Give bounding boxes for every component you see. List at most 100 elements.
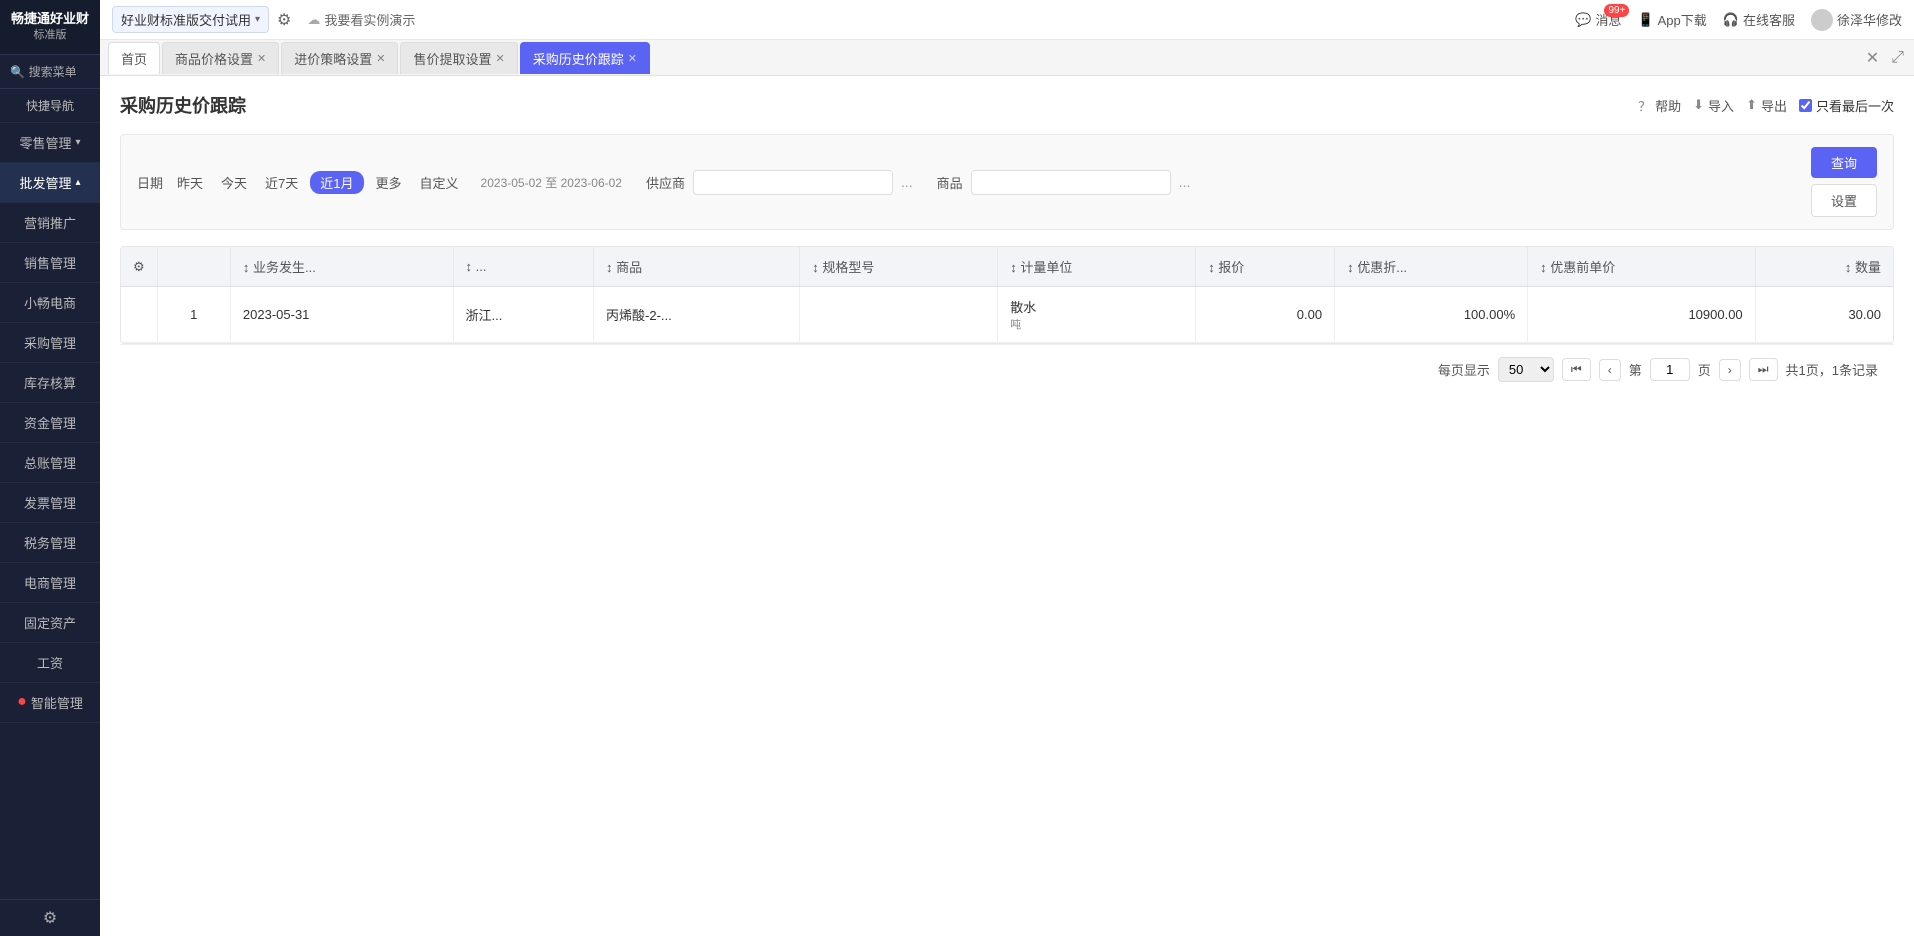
import-button[interactable]: ⬇ 导入 — [1693, 96, 1734, 115]
sidebar-item-payroll[interactable]: 工资 — [0, 643, 100, 683]
th-qty[interactable]: ↕ 数量 — [1755, 247, 1893, 287]
export-button[interactable]: ⬆ 导出 — [1746, 96, 1787, 115]
th-index — [157, 247, 230, 287]
quick-nav-label: 快捷导航 — [26, 97, 74, 114]
th-spec[interactable]: ↕ 规格型号 — [800, 247, 998, 287]
page-label: 第 — [1629, 360, 1642, 379]
tab-sale[interactable]: 售价提取设置 ✕ — [400, 42, 517, 74]
date-options: 昨天 今天 近7天 近1月 更多 自定义 — [171, 171, 465, 194]
user-label: 徐泽华修改 — [1837, 10, 1902, 29]
version-selector-text: 好业财标准版交付试用 — [121, 10, 251, 29]
tab-price[interactable]: 商品价格设置 ✕ — [162, 42, 279, 74]
th-gear[interactable]: ⚙ — [121, 247, 157, 287]
topbar-settings-icon[interactable]: ⚙ — [277, 10, 291, 30]
product-filter-label: 商品 — [937, 173, 963, 192]
page-size-select[interactable]: 50 10 20 100 — [1498, 357, 1554, 382]
online-service-button[interactable]: 🎧 在线客服 — [1723, 10, 1795, 29]
sidebar-item-smart[interactable]: ● 智能管理 — [0, 683, 100, 723]
sidebar-item-invoice[interactable]: 发票管理 — [0, 483, 100, 523]
wholesale-arrow: ▴ — [75, 177, 80, 188]
tab-history-close-icon[interactable]: ✕ — [628, 52, 637, 65]
page-next-btn[interactable]: › — [1719, 359, 1741, 381]
table-body: 1 2023-05-31 浙江... 丙烯酸-2-... 散水吨 0.00 10… — [121, 287, 1893, 343]
version-selector[interactable]: 好业财标准版交付试用 ▾ — [112, 6, 269, 33]
phone-icon: 📱 — [1637, 12, 1653, 28]
sidebar-item-quick-nav[interactable]: 快捷导航 — [0, 89, 100, 123]
tab-price-close-icon[interactable]: ✕ — [257, 52, 266, 65]
th-product[interactable]: ↕ 商品 — [594, 247, 800, 287]
filter-actions: 查询 设置 — [1811, 147, 1877, 217]
avatar — [1811, 9, 1833, 31]
sidebar-item-wholesale[interactable]: 批发管理 ▴ — [0, 163, 100, 203]
page-prev-btn[interactable]: ‹ — [1599, 359, 1621, 381]
date-btn-more[interactable]: 更多 — [370, 171, 408, 194]
filter-row: 日期 昨天 今天 近7天 近1月 更多 自定义 2023-05-02 至 202… — [137, 147, 1877, 217]
td-product: 丙烯酸-2-... — [594, 287, 800, 343]
sidebar: 畅捷通好业财 标准版 🔍 搜索菜单 快捷导航 零售管理 ▾ 批发管理 ▴ 营销推… — [0, 0, 100, 936]
page-number-input[interactable] — [1650, 358, 1690, 381]
td-pre-discount-price: 10900.00 — [1528, 287, 1756, 343]
export-label: 导出 — [1761, 96, 1787, 115]
query-button[interactable]: 查询 — [1811, 147, 1877, 178]
date-btn-yesterday[interactable]: 昨天 — [171, 171, 209, 194]
sidebar-item-ecommerce-small[interactable]: 小畅电商 — [0, 283, 100, 323]
page-unit-label: 页 — [1698, 360, 1711, 379]
date-btn-7days[interactable]: 近7天 — [259, 171, 304, 194]
supplier-input[interactable] — [693, 170, 893, 195]
sidebar-item-sales[interactable]: 销售管理 — [0, 243, 100, 283]
page-last-btn[interactable]: ⏭ — [1749, 358, 1778, 381]
th-pre-discount-price[interactable]: ↕ 优惠前单价 — [1528, 247, 1756, 287]
sidebar-item-ecommerce[interactable]: 电商管理 — [0, 563, 100, 603]
date-btn-today[interactable]: 今天 — [215, 171, 253, 194]
filter-settings-button[interactable]: 设置 — [1811, 184, 1877, 217]
supplier-ellipsis-icon[interactable]: ... — [901, 174, 913, 190]
sidebar-item-tax[interactable]: 税务管理 — [0, 523, 100, 563]
sidebar-item-inventory[interactable]: 库存核算 — [0, 363, 100, 403]
only-last-checkbox-label[interactable]: 只看最后一次 — [1799, 96, 1894, 115]
sidebar-item-purchase[interactable]: 采购管理 — [0, 323, 100, 363]
user-menu-button[interactable]: 徐泽华修改 — [1811, 9, 1902, 31]
tab-strategy[interactable]: 进价策略设置 ✕ — [281, 42, 398, 74]
headset-icon: 🎧 — [1723, 12, 1739, 28]
page-first-btn[interactable]: ⏮ — [1562, 358, 1591, 381]
retail-arrow: ▾ — [75, 137, 80, 148]
tab-history[interactable]: 采购历史价跟踪 ✕ — [520, 42, 650, 74]
product-ellipsis-icon[interactable]: ... — [1179, 174, 1191, 190]
th-unit[interactable]: ↕ 计量单位 — [998, 247, 1196, 287]
only-last-checkbox[interactable] — [1799, 99, 1812, 112]
tab-close-btn[interactable]: ✕ — [1864, 46, 1881, 70]
inventory-label: 库存核算 — [24, 373, 76, 392]
tax-label: 税务管理 — [24, 533, 76, 552]
sidebar-item-general-ledger[interactable]: 总账管理 — [0, 443, 100, 483]
th-quote[interactable]: ↕ 报价 — [1196, 247, 1335, 287]
app-download-button[interactable]: 📱 App下载 — [1637, 10, 1706, 29]
sidebar-bottom: ⚙ — [0, 899, 100, 936]
td-unit: 散水吨 — [998, 287, 1196, 343]
search-label: 搜索菜单 — [29, 65, 77, 79]
settings-icon[interactable]: ⚙ — [43, 910, 57, 927]
ecommerce-label: 电商管理 — [24, 573, 76, 592]
th-ellipsis[interactable]: ↕ ... — [453, 247, 594, 287]
product-filter: 商品 ... — [937, 170, 1191, 195]
tab-expand-btn[interactable]: ⤢ — [1889, 47, 1906, 69]
help-button[interactable]: ？ 帮助 — [1638, 96, 1681, 115]
date-btn-1month[interactable]: 近1月 — [310, 171, 363, 194]
demo-button[interactable]: ☁ 我要看实例演示 — [307, 10, 415, 29]
message-icon: 💬 — [1575, 12, 1591, 28]
messages-button[interactable]: 💬 消息 99+ — [1575, 10, 1621, 29]
marketing-label: 营销推广 — [24, 213, 76, 232]
sidebar-item-fixed-assets[interactable]: 固定资产 — [0, 603, 100, 643]
tab-home[interactable]: 首页 — [108, 42, 160, 74]
date-btn-custom[interactable]: 自定义 — [414, 171, 465, 194]
sidebar-item-finance[interactable]: 资金管理 — [0, 403, 100, 443]
sidebar-search[interactable]: 🔍 搜索菜单 — [0, 55, 100, 89]
sidebar-item-retail[interactable]: 零售管理 ▾ — [0, 123, 100, 163]
tab-strategy-close-icon[interactable]: ✕ — [376, 52, 385, 65]
invoice-label: 发票管理 — [24, 493, 76, 512]
logo-sub: 标准版 — [8, 28, 92, 43]
sidebar-item-marketing[interactable]: 营销推广 — [0, 203, 100, 243]
th-bizdate[interactable]: ↕ 业务发生... — [230, 247, 453, 287]
product-input[interactable] — [971, 170, 1171, 195]
tab-sale-close-icon[interactable]: ✕ — [496, 52, 505, 65]
th-discount[interactable]: ↕ 优惠折... — [1335, 247, 1528, 287]
